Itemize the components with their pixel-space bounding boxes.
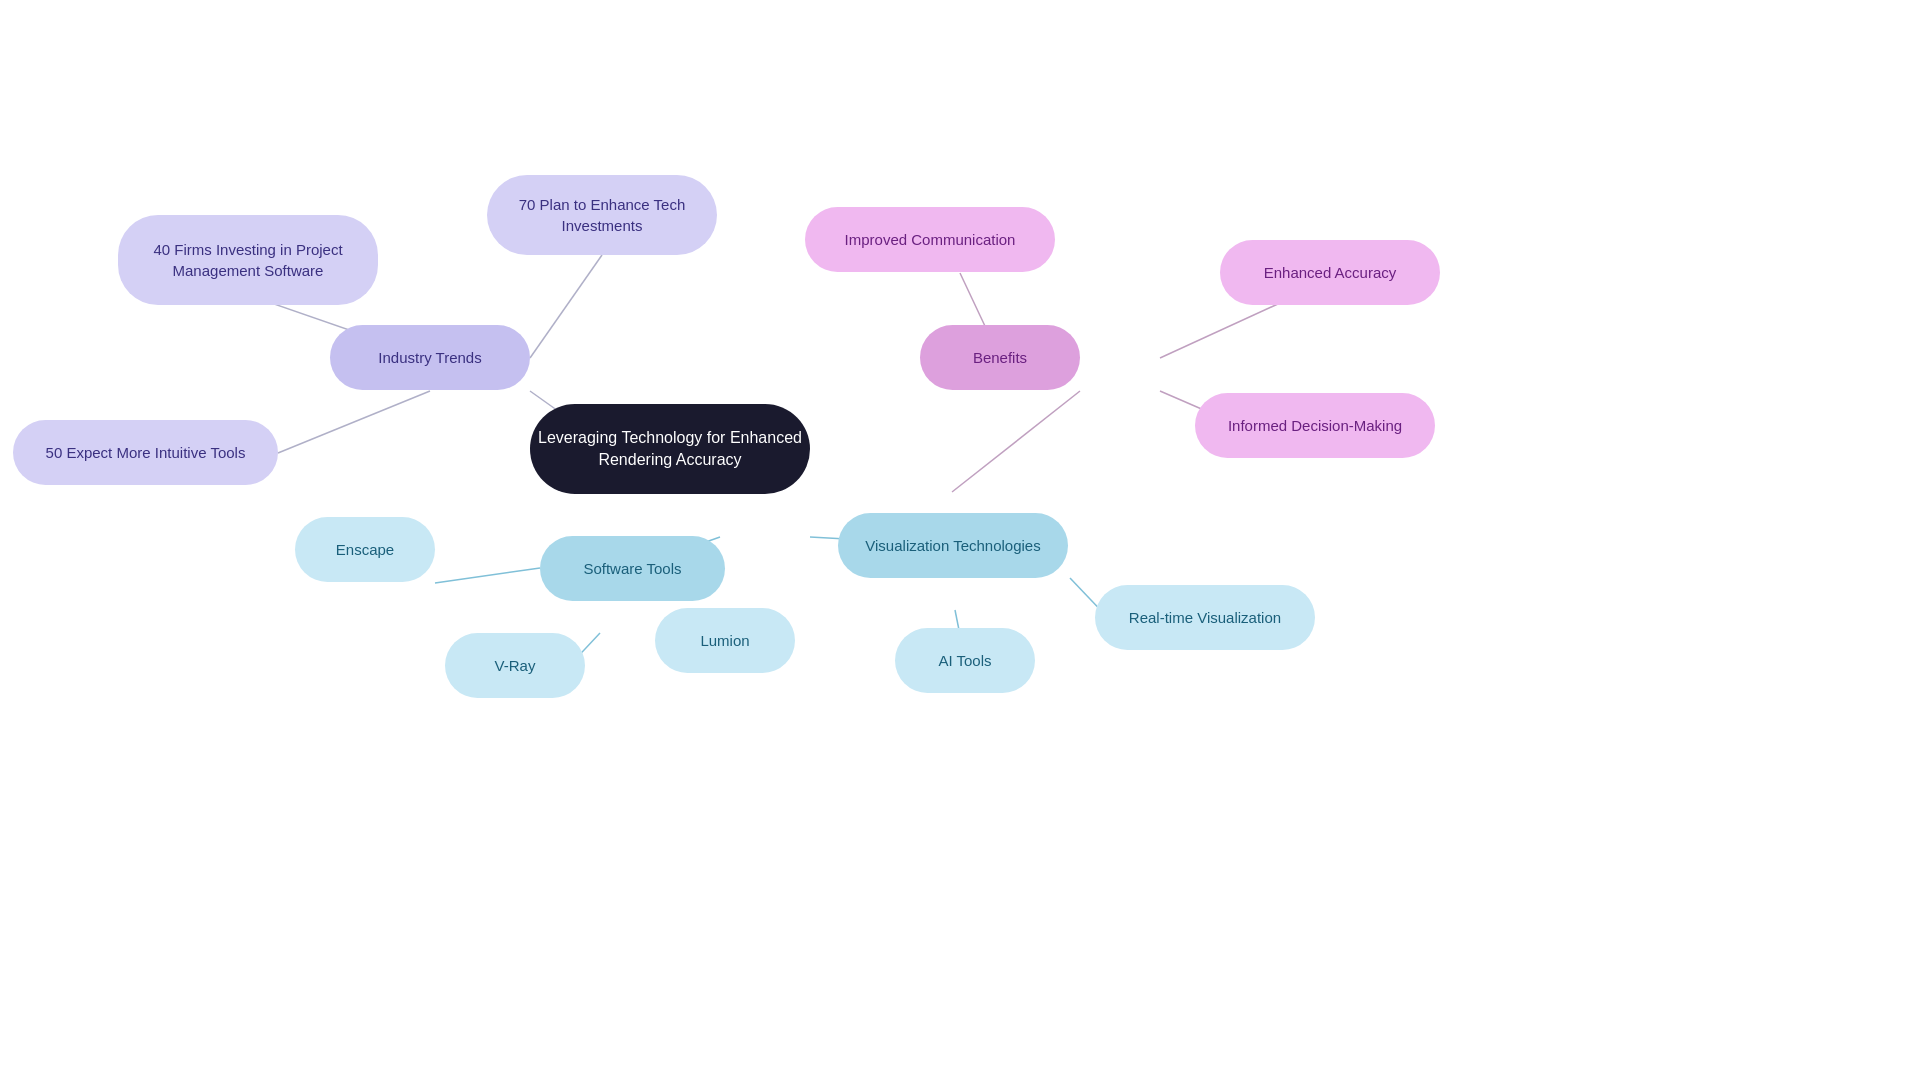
lumion-node: Lumion bbox=[655, 608, 795, 673]
realtime-viz-node: Real-time Visualization bbox=[1095, 585, 1315, 650]
svg-line-3 bbox=[278, 391, 430, 453]
software-tools-node: Software Tools bbox=[540, 536, 725, 601]
improved-communication-label: Improved Communication bbox=[841, 229, 1020, 250]
viz-tech-label: Visualization Technologies bbox=[861, 535, 1044, 556]
center-node: Leveraging Technology for Enhanced Rende… bbox=[530, 404, 810, 494]
enhanced-accuracy-label: Enhanced Accuracy bbox=[1260, 262, 1401, 283]
svg-line-6 bbox=[1160, 303, 1280, 358]
lumion-label: Lumion bbox=[696, 630, 753, 651]
enhanced-accuracy-node: Enhanced Accuracy bbox=[1220, 240, 1440, 305]
expect-50-label: 50 Expect More Intuitive Tools bbox=[42, 442, 250, 463]
ai-tools-label: AI Tools bbox=[934, 650, 995, 671]
industry-trends-node: Industry Trends bbox=[330, 325, 530, 390]
svg-line-2 bbox=[530, 255, 602, 358]
plan-70-node: 70 Plan to Enhance TechInvestments bbox=[487, 175, 717, 255]
ai-tools-node: AI Tools bbox=[895, 628, 1035, 693]
viz-tech-node: Visualization Technologies bbox=[838, 513, 1068, 578]
vray-label: V-Ray bbox=[491, 655, 540, 676]
firms-40-node: 40 Firms Investing in ProjectManagement … bbox=[118, 215, 378, 305]
informed-decision-label: Informed Decision-Making bbox=[1224, 415, 1406, 436]
improved-communication-node: Improved Communication bbox=[805, 207, 1055, 272]
vray-node: V-Ray bbox=[445, 633, 585, 698]
benefits-node: Benefits bbox=[920, 325, 1080, 390]
benefits-label: Benefits bbox=[969, 347, 1031, 368]
realtime-viz-label: Real-time Visualization bbox=[1125, 607, 1285, 628]
svg-line-4 bbox=[952, 391, 1080, 492]
enscape-node: Enscape bbox=[295, 517, 435, 582]
svg-line-9 bbox=[435, 568, 540, 583]
plan-70-label: 70 Plan to Enhance TechInvestments bbox=[515, 194, 690, 236]
enscape-label: Enscape bbox=[332, 539, 398, 560]
firms-40-label: 40 Firms Investing in ProjectManagement … bbox=[149, 239, 346, 281]
industry-trends-label: Industry Trends bbox=[374, 347, 485, 368]
expect-50-node: 50 Expect More Intuitive Tools bbox=[13, 420, 278, 485]
informed-decision-node: Informed Decision-Making bbox=[1195, 393, 1435, 458]
center-label: Leveraging Technology for Enhanced Rende… bbox=[530, 427, 810, 472]
software-tools-label: Software Tools bbox=[579, 558, 685, 579]
